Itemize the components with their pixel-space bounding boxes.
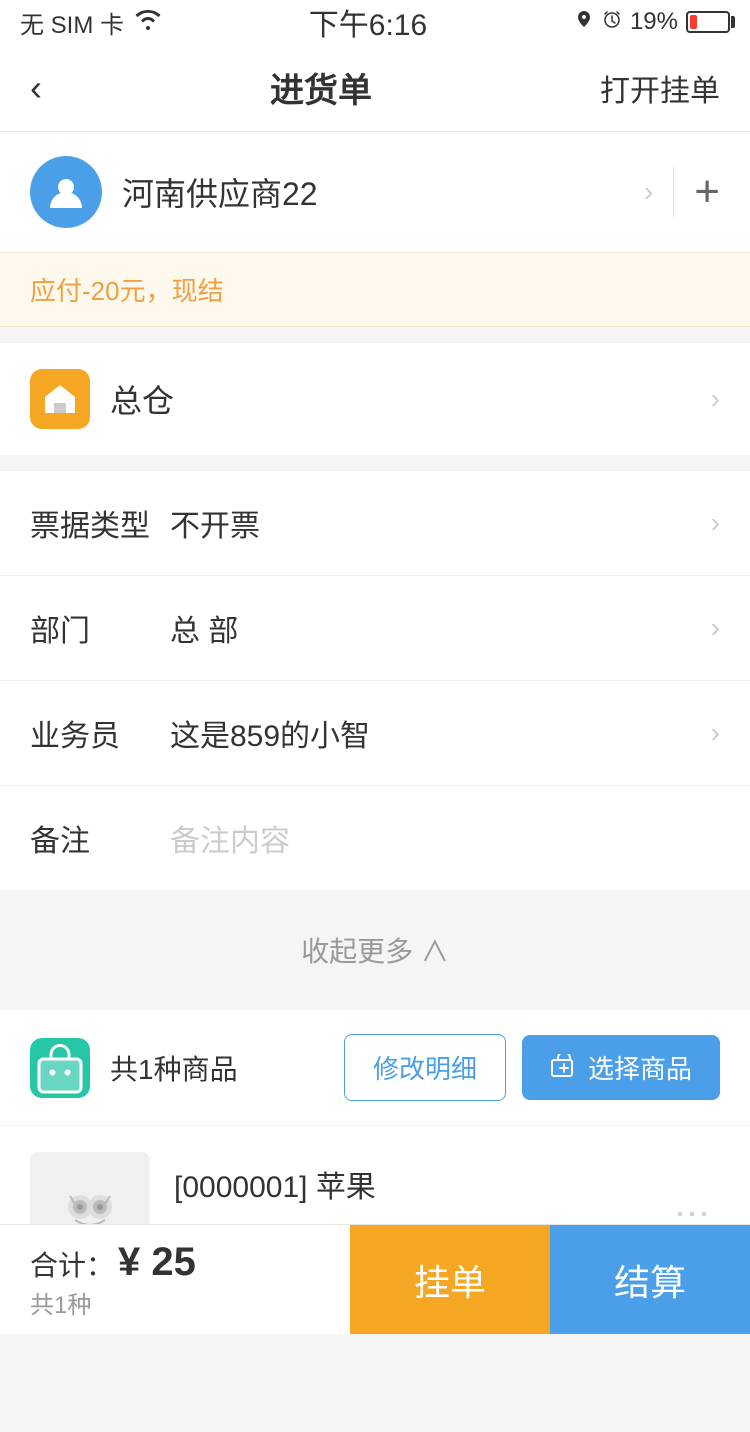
invoice-chevron: › <box>711 507 720 539</box>
wifi-icon <box>134 8 162 37</box>
form-section: 票据类型 不开票 › 部门 总 部 › 业务员 这是859的小智 › 备注 备注… <box>0 471 750 890</box>
total-amount: ¥ 25 <box>118 1240 196 1285</box>
warehouse-section[interactable]: 总仓 › <box>0 343 750 455</box>
dept-chevron: › <box>711 612 720 644</box>
salesman-row[interactable]: 业务员 这是859的小智 › <box>0 681 750 786</box>
supplier-name: 河南供应商22 <box>122 169 644 215</box>
supplier-alert: 应付-20元，现结 <box>0 252 750 327</box>
product-header: 共1种商品 修改明细 选择商品 <box>0 1010 750 1126</box>
battery-percent: 19% <box>630 8 678 36</box>
back-button[interactable]: ‹ <box>30 67 42 109</box>
select-product-label: 选择商品 <box>588 1049 692 1086</box>
total-area: 合计： ¥ 25 共1种 <box>0 1225 350 1334</box>
status-right: 19% <box>574 8 730 36</box>
location-icon <box>574 8 594 36</box>
product-count: 共1种商品 <box>110 1048 344 1088</box>
remark-input[interactable]: 备注内容 <box>150 816 720 860</box>
checkout-button[interactable]: 结算 <box>550 1225 750 1334</box>
warehouse-chevron: › <box>711 383 720 415</box>
invoice-row[interactable]: 票据类型 不开票 › <box>0 471 750 576</box>
invoice-value: 不开票 <box>150 501 711 545</box>
open-pending-button[interactable]: 打开挂单 <box>600 66 720 110</box>
product-title: [0000001] 苹果 <box>174 1162 664 1206</box>
collapse-label: 收起更多 ∧ <box>301 930 449 970</box>
battery-icon <box>686 11 730 33</box>
page-title: 进货单 <box>270 63 372 112</box>
supplier-chevron: › <box>644 176 653 208</box>
alarm-icon <box>602 8 622 36</box>
warehouse-icon <box>30 369 90 429</box>
status-bar: 无 SIM 卡 下午6:16 19% <box>0 0 750 44</box>
sim-label: 无 SIM 卡 <box>20 5 124 40</box>
total-count: 共1种 <box>30 1285 320 1320</box>
supplier-avatar <box>30 156 102 228</box>
warehouse-row[interactable]: 总仓 › <box>0 343 750 455</box>
product-name: 苹果 <box>316 1171 376 1204</box>
invoice-label: 票据类型 <box>30 501 150 545</box>
supplier-section: 河南供应商22 › + 应付-20元，现结 <box>0 132 750 327</box>
select-product-button[interactable]: 选择商品 <box>522 1035 720 1100</box>
salesman-value: 这是859的小智 <box>150 711 711 755</box>
supplier-row[interactable]: 河南供应商22 › + <box>0 132 750 252</box>
warehouse-name: 总仓 <box>110 376 711 422</box>
dept-label: 部门 <box>30 606 150 650</box>
bottom-bar: 合计： ¥ 25 共1种 挂单 结算 <box>0 1224 750 1334</box>
dept-value: 总 部 <box>150 606 711 650</box>
collapse-row[interactable]: 收起更多 ∧ <box>0 906 750 994</box>
product-icon <box>30 1038 90 1098</box>
total-label: 合计： <box>30 1244 114 1284</box>
remark-row[interactable]: 备注 备注内容 <box>0 786 750 890</box>
status-left: 无 SIM 卡 <box>20 5 162 40</box>
modify-detail-button[interactable]: 修改明细 <box>344 1034 506 1101</box>
status-time: 下午6:16 <box>309 0 427 44</box>
supplier-divider <box>673 167 674 217</box>
add-supplier-button[interactable]: + <box>694 170 720 214</box>
pending-button[interactable]: 挂单 <box>350 1225 550 1334</box>
product-code: [0000001] <box>174 1171 307 1204</box>
nav-bar: ‹ 进货单 打开挂单 <box>0 44 750 132</box>
cart-icon <box>550 1054 578 1082</box>
remark-label: 备注 <box>30 816 150 860</box>
salesman-label: 业务员 <box>30 711 150 755</box>
dept-row[interactable]: 部门 总 部 › <box>0 576 750 681</box>
salesman-chevron: › <box>711 717 720 749</box>
